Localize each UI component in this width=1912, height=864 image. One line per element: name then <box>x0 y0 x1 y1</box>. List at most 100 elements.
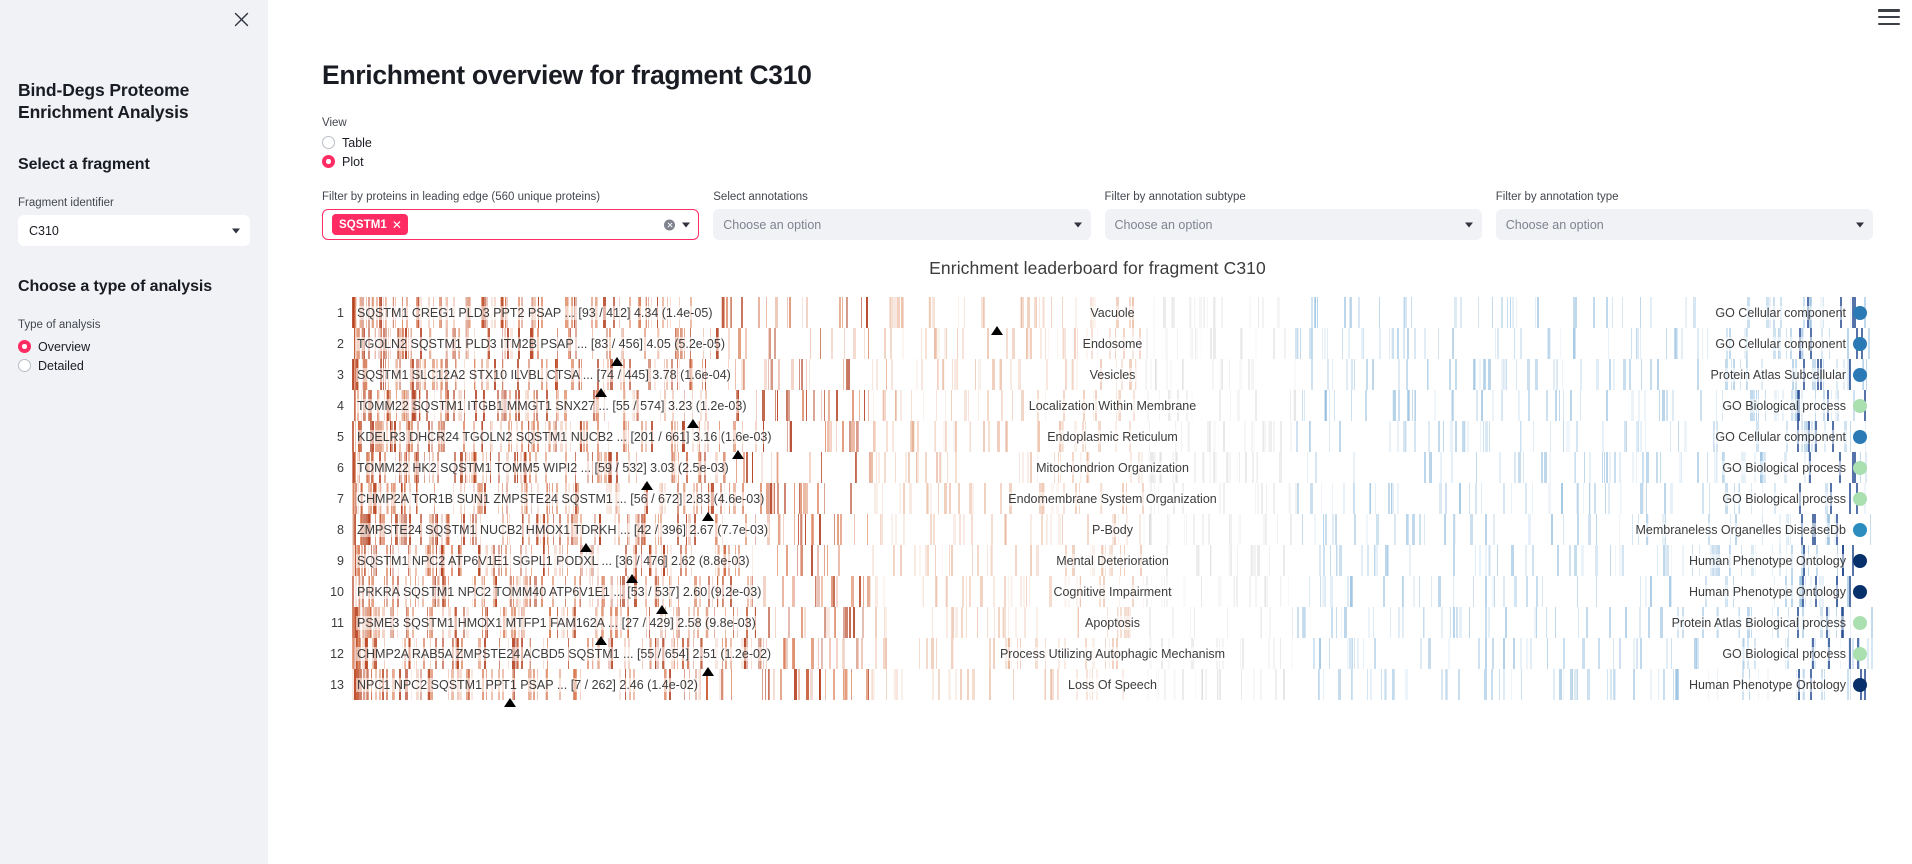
row-peak-marker <box>701 667 714 676</box>
row-annotation-name: Vesicles <box>1088 367 1137 382</box>
radio-label-detailed: Detailed <box>38 358 84 373</box>
fragment-identifier-select[interactable]: C310 <box>18 215 250 247</box>
chevron-down-icon[interactable] <box>1464 222 1473 227</box>
row-annotation-type: GO Biological process <box>1721 460 1847 475</box>
row-annotation-type: GO Cellular component <box>1714 336 1847 351</box>
row-rank: 2 <box>337 336 344 351</box>
chevron-down-icon[interactable] <box>682 222 691 227</box>
radio-indicator-detailed <box>18 359 31 373</box>
radio-label-plot: Plot <box>342 154 364 169</box>
row-annotation-name: Apoptosis <box>1084 615 1141 630</box>
leaderboard-row[interactable]: 2 TGOLN2 SQSTM1 PLD3 ITM2B PSAP ... [83 /… <box>322 328 1873 366</box>
row-annotation-name: Mental Deterioration <box>1055 553 1170 568</box>
row-annotation-name: Endosome <box>1081 336 1144 351</box>
chevron-down-icon[interactable] <box>1073 222 1082 227</box>
row-leading-edge-genes: CHMP2A RAB5A ZMPSTE24 ACBD5 SQSTM1 ... [… <box>356 646 773 661</box>
row-annotation-name: Endoplasmic Reticulum <box>1046 429 1179 444</box>
radio-detailed[interactable]: Detailed <box>18 356 250 375</box>
hamburger-menu-icon[interactable] <box>1878 9 1900 25</box>
row-peak-marker <box>686 419 699 428</box>
row-leading-edge-genes: ZMPSTE24 SQSTM1 NUCB2 HMOX1 TDRKH ... [4… <box>356 522 770 537</box>
row-barcode-track: CHMP2A RAB5A ZMPSTE24 ACBD5 SQSTM1 ... [… <box>352 638 1873 676</box>
clear-all-icon[interactable] <box>664 219 676 230</box>
row-barcode-track: PSME3 SQSTM1 HMOX1 MTFP1 FAM162A ... [27… <box>352 607 1873 645</box>
radio-indicator-overview <box>18 340 31 354</box>
filter-annotation-subtype: Filter by annotation subtype Choose an o… <box>1104 191 1482 240</box>
leaderboard-row[interactable]: 12 CHMP2A RAB5A ZMPSTE24 ACBD5 SQSTM1 ...… <box>322 638 1873 676</box>
row-leading-edge-genes: SQSTM1 SLC12A2 STX10 ILVBL CTSA ... [74 … <box>356 367 732 382</box>
row-rank: 7 <box>337 491 344 506</box>
row-type-color-dot <box>1853 367 1867 382</box>
row-peak-marker <box>640 481 653 490</box>
leaderboard-row[interactable]: 10 PRKRA SQSTM1 NPC2 TOMM40 ATP6V1E1 ... … <box>322 576 1873 614</box>
fragment-identifier-label: Fragment identifier <box>18 197 114 210</box>
row-barcode-track: KDELR3 DHCR24 TGOLN2 SQSTM1 NUCB2 ... [2… <box>352 421 1873 459</box>
row-annotation-type: Human Phenotype Ontology <box>1687 677 1847 692</box>
row-leading-edge-genes: TGOLN2 SQSTM1 PLD3 ITM2B PSAP ... [83 / … <box>356 336 726 351</box>
row-peak-marker <box>595 636 608 645</box>
filter-leading-edge-input[interactable]: SQSTM1 ✕ <box>322 209 700 240</box>
row-leading-edge-genes: CHMP2A TOR1B SUN1 ZMPSTE24 SQSTM1 ... [5… <box>356 491 766 506</box>
row-rank: 11 <box>331 615 344 630</box>
row-peak-marker <box>656 605 669 614</box>
leaderboard-row[interactable]: 4 TOMM22 SQSTM1 ITGB1 MMGT1 SNX27 ... [55… <box>322 390 1873 428</box>
close-icon[interactable] <box>228 6 254 32</box>
row-annotation-name: Mitochondrion Organization <box>1035 460 1190 475</box>
leaderboard-row[interactable]: 5 KDELR3 DHCR24 TGOLN2 SQSTM1 NUCB2 ... [… <box>322 421 1873 459</box>
filter-annotations-input[interactable]: Choose an option <box>713 209 1091 240</box>
app-title: Bind-Degs Proteome Enrichment Analysis <box>18 80 190 123</box>
row-type-color-dot <box>1853 677 1867 692</box>
leaderboard-row[interactable]: 9 SQSTM1 NPC2 ATP6V1E1 SGPL1 PODXL ... [3… <box>322 545 1873 583</box>
row-leading-edge-genes: NPC1 NPC2 SQSTM1 PPT1 PSAP ... [7 / 262]… <box>356 677 699 692</box>
filter-annotations: Select annotations Choose an option <box>713 191 1091 240</box>
row-barcode-track: SQSTM1 CREG1 PLD3 PPT2 PSAP ... [93 / 41… <box>352 297 1873 335</box>
leaderboard-row[interactable]: 1 SQSTM1 CREG1 PLD3 PPT2 PSAP ... [93 / 4… <box>322 297 1873 335</box>
row-type-color-dot <box>1853 305 1867 320</box>
app-root: Bind-Degs Proteome Enrichment Analysis S… <box>0 0 1912 864</box>
selected-tag-sqstm1[interactable]: SQSTM1 ✕ <box>332 214 409 235</box>
filter-leading-edge: Filter by proteins in leading edge (560 … <box>322 191 700 240</box>
filter-annotation-type-input[interactable]: Choose an option <box>1495 209 1873 240</box>
filter-annotation-subtype-input[interactable]: Choose an option <box>1104 209 1482 240</box>
filter-annotation-type-placeholder: Choose an option <box>1505 217 1604 232</box>
row-type-color-dot <box>1853 429 1867 444</box>
filters-row: Filter by proteins in leading edge (560 … <box>322 191 1873 240</box>
leaderboard-row[interactable]: 13 NPC1 NPC2 SQSTM1 PPT1 PSAP ... [7 / 26… <box>322 669 1873 707</box>
row-annotation-name: Localization Within Membrane <box>1027 398 1198 413</box>
leaderboard-row[interactable]: 6 TOMM22 HK2 SQSTM1 TOMM5 WIPI2 ... [59 /… <box>322 452 1873 490</box>
row-rank: 4 <box>337 398 344 413</box>
radio-view-table[interactable]: Table <box>322 133 1912 152</box>
row-annotation-name: Vacuole <box>1089 305 1136 320</box>
row-peak-marker <box>625 574 638 583</box>
remove-tag-icon[interactable]: ✕ <box>392 219 402 231</box>
row-annotation-type: Human Phenotype Ontology <box>1687 584 1847 599</box>
leaderboard-row[interactable]: 3 SQSTM1 SLC12A2 STX10 ILVBL CTSA ... [74… <box>322 359 1873 397</box>
row-rank: 6 <box>337 460 344 475</box>
leaderboard-row[interactable]: 7 CHMP2A TOR1B SUN1 ZMPSTE24 SQSTM1 ... [… <box>322 483 1873 521</box>
filter-annotation-type: Filter by annotation type Choose an opti… <box>1495 191 1873 240</box>
row-barcode-track: TOMM22 SQSTM1 ITGB1 MMGT1 SNX27 ... [55 … <box>352 390 1873 428</box>
row-annotation-type: Human Phenotype Ontology <box>1687 553 1847 568</box>
row-type-color-dot <box>1853 398 1867 413</box>
filter-leading-edge-label: Filter by proteins in leading edge (560 … <box>322 191 601 203</box>
plot-title: Enrichment leaderboard for fragment C310 <box>929 258 1266 278</box>
row-annotation-type: GO Cellular component <box>1714 429 1847 444</box>
filter-annotation-type-label: Filter by annotation type <box>1495 191 1619 203</box>
chevron-down-icon[interactable] <box>1856 222 1864 227</box>
radio-indicator-table <box>322 136 335 149</box>
radio-view-plot[interactable]: Plot <box>322 152 1912 171</box>
row-annotation-name: Endomembrane System Organization <box>1007 491 1218 506</box>
leaderboard-rows: 1 SQSTM1 CREG1 PLD3 PPT2 PSAP ... [93 / 4… <box>322 297 1873 707</box>
sidebar: Bind-Degs Proteome Enrichment Analysis S… <box>0 0 268 864</box>
main-content: Enrichment overview for fragment C310 Vi… <box>268 0 1912 864</box>
leaderboard-row[interactable]: 11 PSME3 SQSTM1 HMOX1 MTFP1 FAM162A ... [… <box>322 607 1873 645</box>
leaderboard-row[interactable]: 8 ZMPSTE24 SQSTM1 NUCB2 HMOX1 TDRKH ... [… <box>322 514 1873 552</box>
enrichment-leaderboard-plot: Enrichment leaderboard for fragment C310… <box>322 258 1873 708</box>
radio-overview[interactable]: Overview <box>18 337 250 356</box>
filter-annotations-placeholder: Choose an option <box>723 217 822 232</box>
row-rank: 10 <box>330 584 344 599</box>
row-rank: 8 <box>337 522 344 537</box>
view-label: View <box>322 117 347 129</box>
row-peak-marker <box>504 698 517 707</box>
row-rank: 9 <box>337 553 344 568</box>
